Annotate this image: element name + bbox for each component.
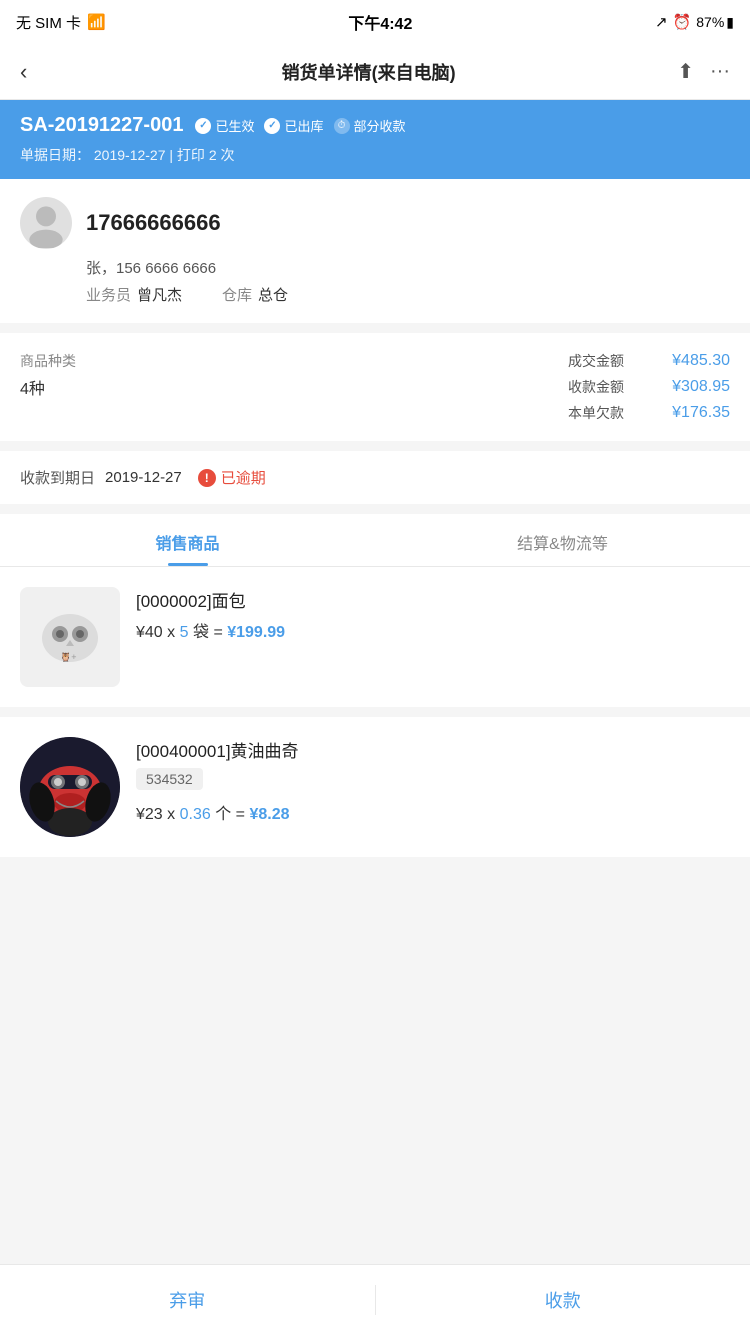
customer-name-phone: 张，156 6666 6666: [86, 257, 730, 278]
status-badges: ✓ 已生效 ✓ 已出库 ⏱ 部分收款: [195, 116, 405, 135]
customer-avatar: [20, 197, 72, 249]
order-id: SA-20191227-001: [20, 114, 183, 137]
nav-actions: ⬆ ···: [677, 59, 730, 84]
financials-section: 商品种类 4种 成交金额 ¥485.30 收款金额 ¥308.95 本单欠款 ¥…: [0, 333, 750, 441]
bottom-bar: 弃审 收款: [0, 1264, 750, 1334]
alarm-icon: ⏰: [673, 13, 692, 31]
product-info-bread: [0000002]面包 ¥40 x 5 袋 = ¥199.99: [136, 587, 730, 642]
financial-row-deal: 成交金额 ¥485.30: [568, 351, 730, 371]
more-icon[interactable]: ···: [710, 60, 730, 83]
product-item-cookie: [000400001]黄油曲奇 534532 ¥23 x 0.36 个 = ¥8…: [0, 717, 750, 857]
overdue-warning-icon: !: [198, 469, 216, 487]
nav-bar: ‹ 销货单详情(来自电脑) ⬆ ···: [0, 44, 750, 100]
product-total-bread: ¥199.99: [227, 624, 285, 641]
due-date-section: 收款到期日 2019-12-27 ! 已逾期: [0, 451, 750, 504]
status-left: 无 SIM 卡 📶: [16, 12, 106, 33]
due-amount-value: ¥176.35: [640, 404, 730, 422]
due-date-label: 收款到期日: [20, 467, 95, 488]
product-count-label: 商品种类: [20, 351, 76, 371]
check-icon-1: ✓: [195, 118, 211, 134]
product-count-value: 4种: [20, 375, 76, 399]
product-price-bread: ¥40 x 5 袋 = ¥199.99: [136, 618, 730, 642]
order-header: SA-20191227-001 ✓ 已生效 ✓ 已出库 ⏱ 部分收款 单据日期：…: [0, 100, 750, 179]
financial-row-received: 收款金额 ¥308.95: [568, 377, 730, 397]
tabs-section: 销售商品 结算&物流等: [0, 514, 750, 567]
customer-section: 17666666666 张，156 6666 6666 业务员 曾凡杰 仓库 总…: [0, 179, 750, 323]
financial-items: 成交金额 ¥485.30 收款金额 ¥308.95 本单欠款 ¥176.35: [568, 351, 730, 423]
product-info-cookie: [000400001]黄油曲奇 534532 ¥23 x 0.36 个 = ¥8…: [136, 737, 730, 824]
battery-icon: ▮: [726, 14, 734, 31]
tabs-row: 销售商品 结算&物流等: [0, 514, 750, 566]
status-time: 下午4:42: [348, 10, 412, 34]
customer-meta: 业务员 曾凡杰 仓库 总仓: [86, 284, 730, 305]
badge-partial-payment: ⏱ 部分收款: [334, 116, 406, 135]
carrier-text: 无 SIM 卡: [16, 12, 81, 33]
product-price-cookie: ¥23 x 0.36 个 = ¥8.28: [136, 800, 730, 824]
badge-shipped: ✓ 已出库: [264, 116, 323, 135]
overdue-badge: ! 已逾期: [198, 467, 266, 488]
received-amount-label: 收款金额: [568, 377, 624, 397]
product-total-cookie: ¥8.28: [249, 806, 289, 823]
product-count-block: 商品种类 4种: [20, 351, 76, 399]
product-name-bread: [0000002]面包: [136, 587, 730, 612]
product-item-bread: 🦉+ [0000002]面包 ¥40 x 5 袋 = ¥199.99: [0, 567, 750, 707]
badge-activated: ✓ 已生效: [195, 116, 254, 135]
product-qty-bread: 5: [180, 624, 189, 641]
product-name-cookie: [000400001]黄油曲奇: [136, 737, 730, 762]
location-icon: ↗: [655, 13, 668, 31]
warehouse-name: 总仓: [258, 284, 288, 305]
status-bar: 无 SIM 卡 📶 下午4:42 ↗ ⏰ 87% ▮: [0, 0, 750, 44]
tab-settlement-logistics[interactable]: 结算&物流等: [375, 514, 750, 566]
tab-sales-products[interactable]: 销售商品: [0, 514, 375, 566]
due-date-value: 2019-12-27: [105, 469, 182, 486]
abandon-review-button[interactable]: 弃审: [0, 1267, 375, 1333]
overdue-text: 已逾期: [221, 467, 266, 488]
status-right: ↗ ⏰ 87% ▮: [655, 13, 734, 31]
product-thumb-cookie: [20, 737, 120, 837]
tab-active-indicator: [168, 563, 208, 566]
deal-amount-label: 成交金额: [568, 351, 624, 371]
product-thumb-bread: 🦉+: [20, 587, 120, 687]
battery-indicator: 87% ▮: [696, 14, 734, 31]
clock-icon: ⏱: [334, 118, 350, 134]
product-list: 🦉+ [0000002]面包 ¥40 x 5 袋 = ¥199.99: [0, 567, 750, 857]
product-sku-cookie: 534532: [136, 768, 203, 790]
wifi-icon: 📶: [87, 13, 106, 31]
back-button[interactable]: ‹: [20, 59, 60, 85]
deal-amount-value: ¥485.30: [640, 352, 730, 370]
due-amount-label: 本单欠款: [568, 403, 624, 423]
collect-payment-button[interactable]: 收款: [376, 1267, 750, 1333]
svg-text:🦉+: 🦉+: [60, 652, 76, 662]
customer-id: 17666666666: [86, 210, 221, 236]
product-qty-cookie: 0.36: [180, 806, 211, 823]
share-icon[interactable]: ⬆: [677, 59, 694, 84]
check-icon-2: ✓: [264, 118, 280, 134]
page-title: 销货单详情(来自电脑): [282, 59, 456, 85]
financial-row-due: 本单欠款 ¥176.35: [568, 403, 730, 423]
sales-name: 曾凡杰: [137, 284, 182, 305]
sales-label: 业务员: [86, 284, 131, 305]
received-amount-value: ¥308.95: [640, 378, 730, 396]
order-date: 单据日期： 2019-12-27 | 打印 2 次: [20, 145, 730, 165]
warehouse-label: 仓库: [222, 284, 252, 305]
